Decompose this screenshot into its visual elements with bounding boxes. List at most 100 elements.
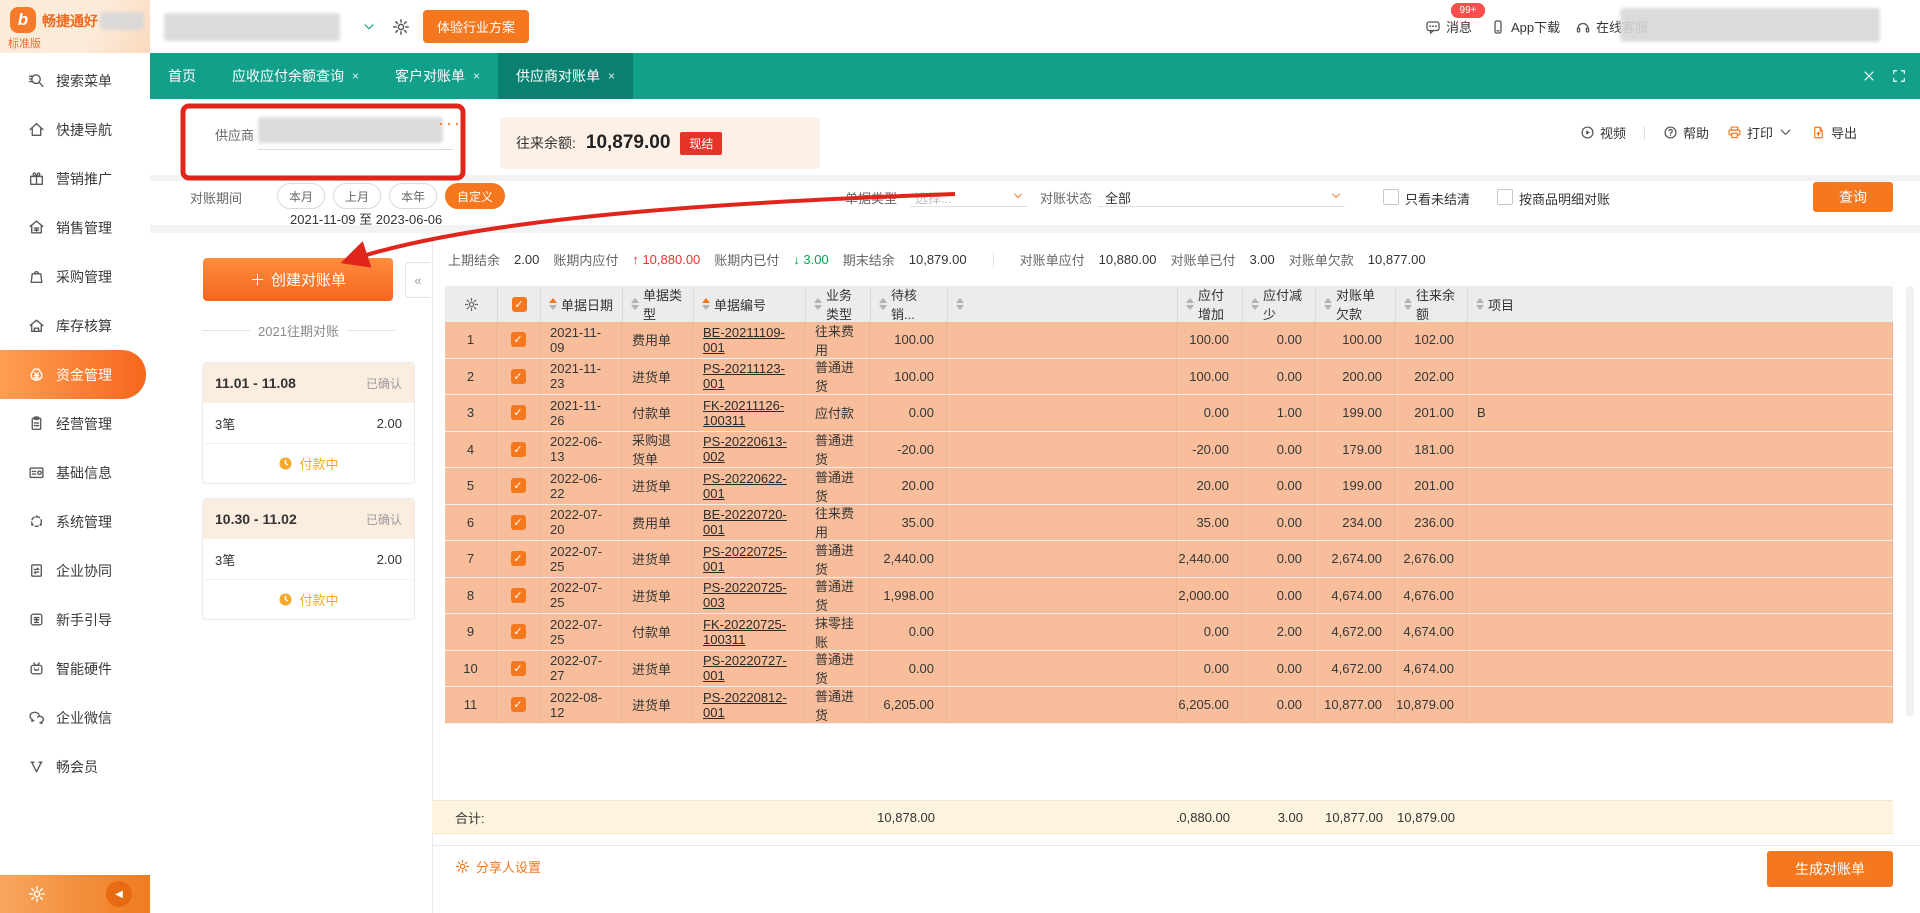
chevron-down-icon[interactable] [362,20,376,34]
sidebar-item-新手引导[interactable]: 新手引导 [0,595,150,644]
sidebar-item-智能硬件[interactable]: 智能硬件 [0,644,150,693]
chevron-down-icon[interactable] [1012,190,1024,202]
sort-icon[interactable] [1324,298,1332,310]
sort-icon[interactable] [1186,298,1194,310]
unsettled-checkbox[interactable] [1383,189,1399,205]
close-icon[interactable] [1862,69,1876,83]
sidebar-item-畅会员[interactable]: 畅会员 [0,742,150,791]
sidebar-item-资金管理[interactable]: 资金管理 [0,350,146,399]
row-checkbox[interactable]: ✓ [510,514,526,530]
sort-icon[interactable] [956,298,964,310]
gear-icon[interactable] [28,885,46,903]
messages-button[interactable]: 消息 [1425,17,1472,36]
sidebar-item-经营管理[interactable]: 经营管理 [0,399,150,448]
sidebar-item-销售管理[interactable]: 销售管理 [0,203,150,252]
row-checkbox[interactable]: ✓ [510,441,526,457]
doc-number-link[interactable]: PS-20220622-001 [703,471,794,501]
query-button[interactable]: 查询 [1813,182,1893,212]
doc-number-link[interactable]: BE-20220720-001 [703,507,794,537]
select-all-checkbox[interactable]: ✓ [511,296,527,312]
column-header-单据类型[interactable]: 单据类型 [622,286,693,322]
column-header-业务类型[interactable]: 业务类型 [805,286,870,322]
column-header-项目[interactable]: 项目 [1467,286,1893,322]
org-name-blur[interactable] [164,13,340,41]
column-header-对账单欠款[interactable]: 对账单欠款 [1315,286,1395,322]
doc-type-select[interactable]: 选择... [915,188,952,207]
sort-icon[interactable] [879,298,887,310]
doc-number-link[interactable]: PS-20220725-003 [703,580,794,610]
export-button[interactable]: 导出 [1811,123,1857,142]
scrollbar[interactable] [1906,286,1914,716]
doc-number-link[interactable]: PS-20220725-001 [703,544,794,574]
chevron-down-icon[interactable] [1330,190,1342,202]
create-statement-button[interactable]: ＋创建对账单 [203,258,393,301]
tab-应收应付余额查询[interactable]: 应收应付余额查询 × [214,53,377,99]
tab-close-icon[interactable]: × [608,69,615,83]
help-button[interactable]: 帮助 [1663,123,1709,142]
column-header-单据日期[interactable]: 单据日期 [540,286,622,322]
column-header-待核销...[interactable]: 待核销... [870,286,947,322]
column-header-应付增加[interactable]: 应付增加 [1177,286,1242,322]
trial-plan-button[interactable]: 体验行业方案 [423,10,530,43]
row-checkbox[interactable]: ✓ [510,368,526,384]
column-header-spacer[interactable] [947,286,1177,322]
row-checkbox[interactable]: ✓ [510,332,526,348]
period-pill-上月[interactable]: 上月 [333,183,382,209]
by-product-checkbox-label[interactable]: 按商品明细对账 [1519,189,1610,208]
sort-icon[interactable] [1404,298,1412,310]
sidebar-item-营销推广[interactable]: 营销推广 [0,154,150,203]
sidebar-item-库存核算[interactable]: 库存核算 [0,301,150,350]
sort-icon[interactable] [1251,298,1259,310]
doc-number-link[interactable]: PS-20220727-001 [703,653,794,683]
doc-number-link[interactable]: FK-20220725-100311 [703,617,794,647]
tab-close-icon[interactable]: × [473,69,480,83]
card-state[interactable]: 付款中 [203,580,414,619]
period-pill-自定义[interactable]: 自定义 [445,183,506,209]
supplier-more-button[interactable]: ··· [438,113,462,134]
sort-icon[interactable] [814,298,822,310]
sort-icon[interactable] [702,298,710,310]
sort-icon[interactable] [549,298,557,310]
period-pill-本年[interactable]: 本年 [389,183,438,209]
row-checkbox[interactable]: ✓ [510,624,526,640]
fullscreen-icon[interactable] [1892,69,1906,83]
gear-icon[interactable] [392,18,410,36]
supplier-name-blur[interactable] [258,117,443,143]
doc-number-link[interactable]: PS-20220812-001 [703,690,794,720]
period-pill-本月[interactable]: 本月 [277,183,326,209]
statement-card[interactable]: 11.01 - 11.08 已确认 3笔 2.00 付款中 [202,362,415,484]
column-header-单据编号[interactable]: 单据编号 [693,286,805,322]
statement-card[interactable]: 10.30 - 11.02 已确认 3笔 2.00 付款中 [202,498,415,620]
column-header-check[interactable]: ✓ [497,286,540,322]
generate-statement-button[interactable]: 生成对账单 [1767,851,1893,887]
share-settings-button[interactable]: 分享人设置 [455,857,541,876]
sidebar-item-系统管理[interactable]: 系统管理 [0,497,150,546]
card-state[interactable]: 付款中 [203,444,414,483]
doc-number-link[interactable]: PS-20220613-002 [703,434,794,464]
unsettled-checkbox-label[interactable]: 只看未结清 [1405,189,1470,208]
row-checkbox[interactable]: ✓ [510,660,526,676]
sort-icon[interactable] [1476,298,1484,310]
gear-icon[interactable] [464,297,479,312]
sidebar-item-企业协同[interactable]: 企业协同 [0,546,150,595]
column-header-应付减少[interactable]: 应付减少 [1242,286,1315,322]
collapse-sidebar-button[interactable]: ◀ [106,881,132,907]
status-select[interactable]: 全部 [1105,188,1131,207]
tab-首页[interactable]: 首页 [150,53,214,99]
row-checkbox[interactable]: ✓ [510,551,526,567]
sidebar-item-采购管理[interactable]: 采购管理 [0,252,150,301]
collapse-panel-button[interactable]: « [405,262,430,298]
doc-number-link[interactable]: BE-20211109-001 [703,325,794,355]
sidebar-item-基础信息[interactable]: 基础信息 [0,448,150,497]
tab-close-icon[interactable]: × [352,69,359,83]
video-button[interactable]: 视频 [1580,123,1626,142]
sidebar-item-快捷导航[interactable]: 快捷导航 [0,105,150,154]
tab-供应商对账单[interactable]: 供应商对账单 × [498,53,634,99]
row-checkbox[interactable]: ✓ [510,478,526,494]
tab-客户对账单[interactable]: 客户对账单 × [377,53,498,99]
column-header-往来余额[interactable]: 往来余额 [1395,286,1467,322]
by-product-checkbox[interactable] [1497,189,1513,205]
sidebar-item-企业微信[interactable]: 企业微信 [0,693,150,742]
doc-number-link[interactable]: FK-20211126-100311 [703,398,794,428]
print-button[interactable]: 打印 [1727,123,1793,142]
